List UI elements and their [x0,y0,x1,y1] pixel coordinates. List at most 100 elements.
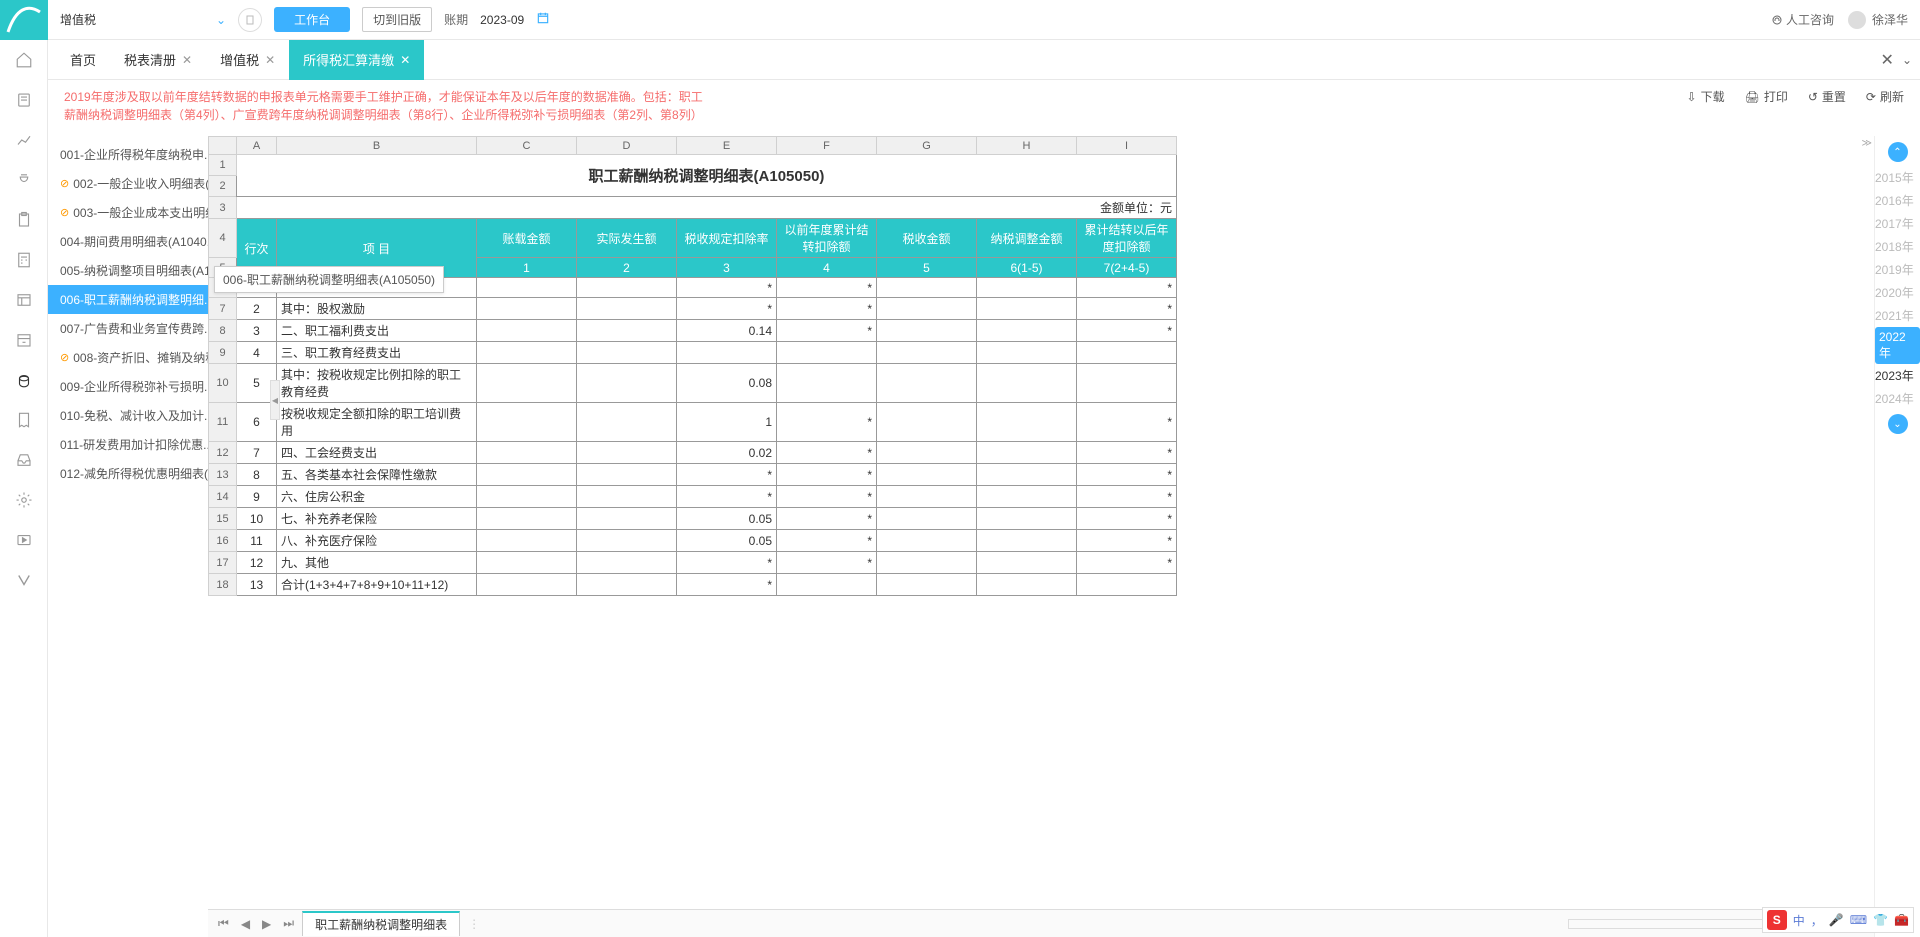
data-cell[interactable]: * [677,464,777,486]
data-cell[interactable]: * [1077,552,1177,574]
form-list-item[interactable]: 010-免税、减计收入及加计... [48,401,208,430]
data-cell[interactable]: * [1077,508,1177,530]
col-header[interactable]: D [577,137,677,155]
clipboard-icon[interactable] [0,200,48,240]
inbox-icon[interactable] [0,440,48,480]
data-cell[interactable]: 按税收规定全额扣除的职工培训费用 [277,403,477,442]
col-header[interactable]: C [477,137,577,155]
form-list-item[interactable]: ⊘002-一般企业收入明细表(A... [48,169,208,198]
data-cell[interactable] [477,403,577,442]
sheet-nav-next[interactable]: ▶ [258,917,275,931]
data-cell[interactable]: 九、其他 [277,552,477,574]
data-cell[interactable] [877,574,977,596]
home-icon[interactable] [0,40,48,80]
row-header[interactable]: 10 [209,364,237,403]
form-list-item[interactable]: 006-职工薪酬纳税调整明细... [48,285,208,314]
close-icon[interactable]: ✕ [182,53,192,67]
data-cell[interactable] [877,342,977,364]
data-cell[interactable]: 二、职工福利费支出 [277,320,477,342]
data-cell[interactable] [877,320,977,342]
data-cell[interactable]: 9 [237,486,277,508]
data-cell[interactable] [877,464,977,486]
col-header[interactable]: H [977,137,1077,155]
data-cell[interactable] [577,464,677,486]
data-cell[interactable]: * [777,442,877,464]
data-cell[interactable]: * [1077,464,1177,486]
year-item[interactable]: 2020年 [1875,281,1920,304]
close-panel-icon[interactable]: ✕ [1881,50,1894,70]
data-cell[interactable]: 10 [237,508,277,530]
data-cell[interactable] [477,320,577,342]
refresh-button[interactable]: ⟳ 刷新 [1866,88,1904,105]
row-header[interactable]: 12 [209,442,237,464]
data-cell[interactable] [577,530,677,552]
data-cell[interactable]: * [677,486,777,508]
year-item[interactable]: 2021年 [1875,304,1920,327]
data-cell[interactable] [577,298,677,320]
data-cell[interactable]: 0.05 [677,508,777,530]
data-cell[interactable]: 其中：股权激励 [277,298,477,320]
data-cell[interactable]: 六、住房公积金 [277,486,477,508]
data-cell[interactable] [877,508,977,530]
row-header[interactable]: 15 [209,508,237,530]
data-cell[interactable]: * [777,403,877,442]
calc-icon[interactable] [0,240,48,280]
data-cell[interactable]: * [777,298,877,320]
data-cell[interactable] [477,464,577,486]
data-cell[interactable] [577,574,677,596]
data-cell[interactable] [477,486,577,508]
data-cell[interactable] [1077,574,1177,596]
data-cell[interactable] [877,278,977,298]
old-version-button[interactable]: 切到旧版 [362,7,432,32]
data-cell[interactable]: 三、职工教育经费支出 [277,342,477,364]
data-cell[interactable]: * [1077,530,1177,552]
tab[interactable]: 首页 [56,40,110,80]
col-header[interactable]: G [877,137,977,155]
tax-icon[interactable] [0,360,48,400]
row-header[interactable]: 8 [209,320,237,342]
data-cell[interactable]: * [1077,278,1177,298]
data-cell[interactable]: * [1077,486,1177,508]
year-up-icon[interactable]: ⌃ [1888,142,1908,162]
year-item[interactable]: 2023年 [1875,364,1920,387]
data-cell[interactable]: 12 [237,552,277,574]
row-header[interactable]: 2 [209,176,237,197]
data-cell[interactable]: * [1077,298,1177,320]
download-button[interactable]: ⇩ 下载 [1687,88,1725,105]
data-cell[interactable] [977,552,1077,574]
data-cell[interactable] [977,320,1077,342]
ledger-icon[interactable] [0,80,48,120]
data-cell[interactable]: * [777,486,877,508]
data-cell[interactable]: 8 [237,464,277,486]
data-cell[interactable] [577,278,677,298]
settings-icon[interactable] [0,480,48,520]
data-cell[interactable] [877,364,977,403]
data-cell[interactable]: 0.08 [677,364,777,403]
year-item[interactable]: 2024年 [1875,387,1920,410]
data-cell[interactable] [577,508,677,530]
data-cell[interactable]: 3 [237,320,277,342]
data-cell[interactable] [577,552,677,574]
row-header[interactable]: 9 [209,342,237,364]
data-cell[interactable] [577,320,677,342]
spreadsheet-grid[interactable]: ABCDEFGHI1职工薪酬纳税调整明细表(A105050)23金额单位：元4 … [208,136,1874,909]
data-cell[interactable]: * [677,552,777,574]
close-icon[interactable]: ✕ [265,53,275,67]
data-cell[interactable] [977,442,1077,464]
data-cell[interactable]: * [677,278,777,298]
period-value[interactable]: 2023-09 [480,13,524,27]
col-header[interactable]: I [1077,137,1177,155]
col-header[interactable]: B [277,137,477,155]
chart-icon[interactable] [0,120,48,160]
calendar-icon[interactable] [536,11,550,28]
form-list-item[interactable]: 009-企业所得税弥补亏损明... [48,372,208,401]
data-cell[interactable] [577,403,677,442]
consult-link[interactable]: 人工咨询 [1771,11,1834,28]
data-cell[interactable] [777,342,877,364]
data-cell[interactable]: * [777,552,877,574]
video-icon[interactable] [0,520,48,560]
year-item[interactable]: 2018年 [1875,235,1920,258]
form-list-item[interactable]: ⊘003-一般企业成本支出明细... [48,198,208,227]
data-cell[interactable] [977,342,1077,364]
data-cell[interactable] [877,552,977,574]
